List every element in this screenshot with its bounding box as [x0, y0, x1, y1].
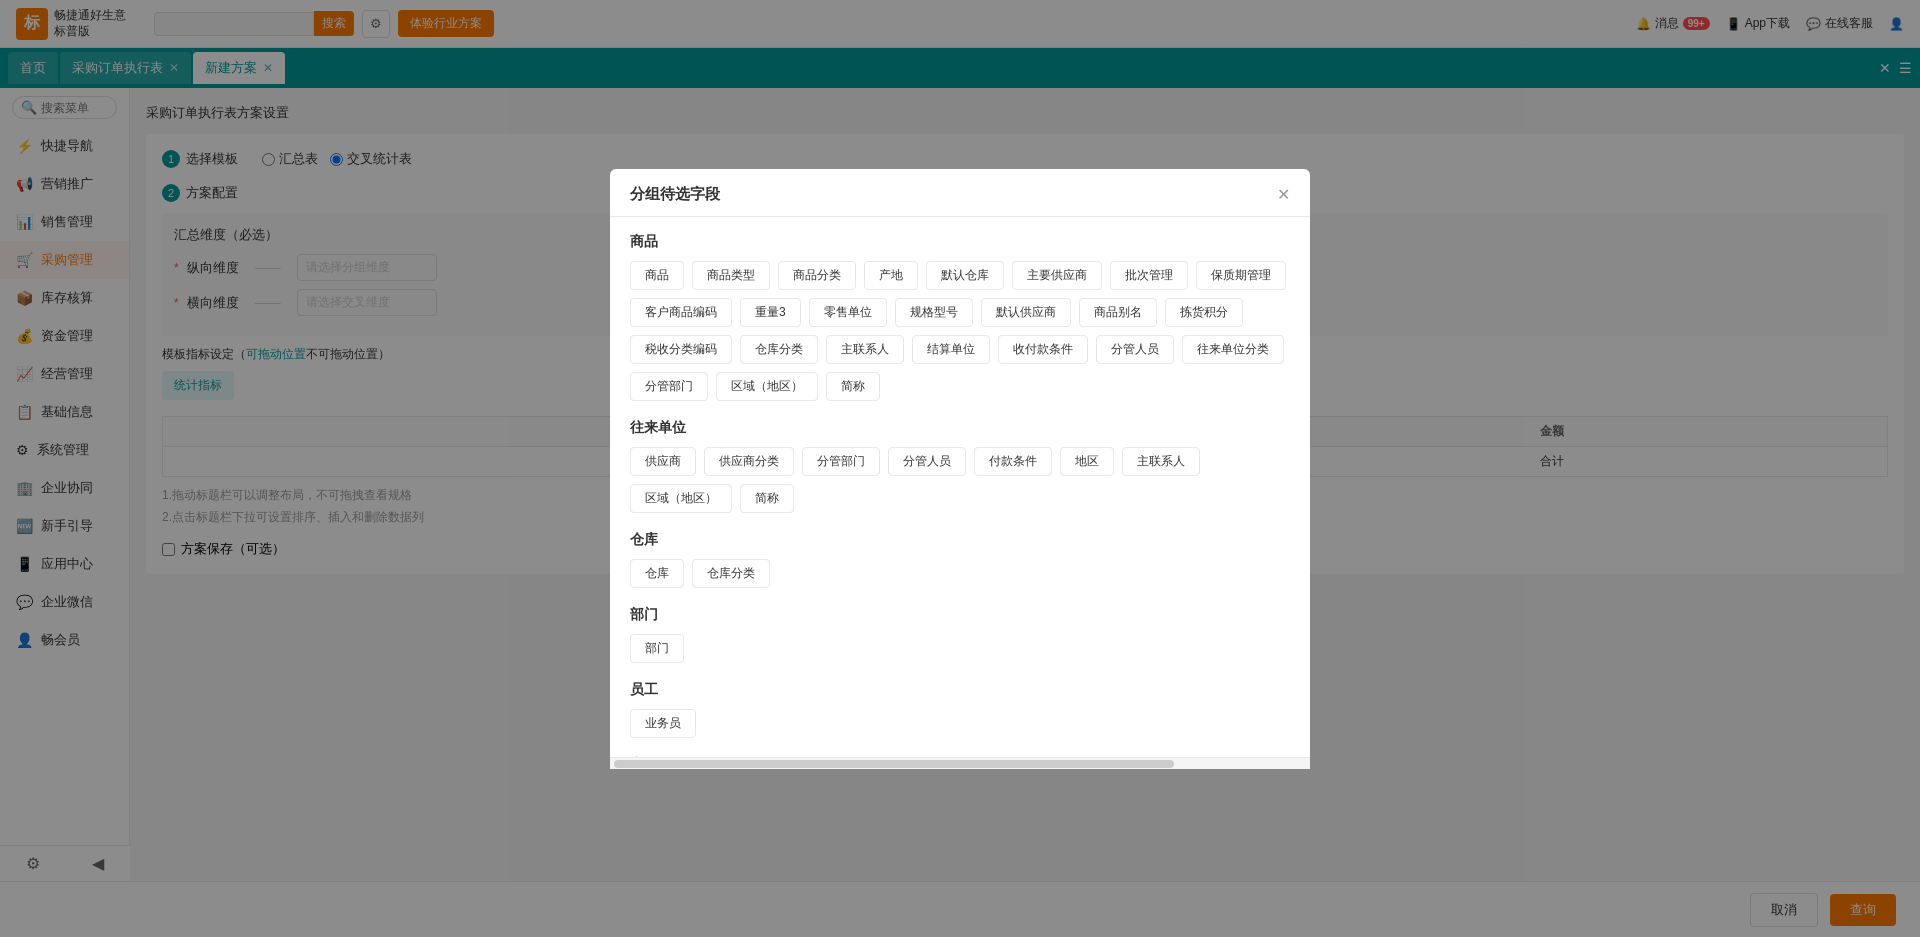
field-tag[interactable]: 主联系人 — [826, 335, 904, 364]
field-tag[interactable]: 收付款条件 — [998, 335, 1088, 364]
modal-hscrollbar[interactable] — [610, 757, 1310, 769]
field-tag[interactable]: 零售单位 — [809, 298, 887, 327]
field-tag[interactable]: 仓库分类 — [740, 335, 818, 364]
category-counterpart: 往来单位 供应商供应商分类分管部门分管人员付款条件地区主联系人区域（地区） 简称 — [630, 419, 1290, 513]
modal-close-button[interactable]: ✕ — [1277, 185, 1290, 204]
category-counterpart-tags: 供应商供应商分类分管部门分管人员付款条件地区主联系人区域（地区） 简称 — [630, 447, 1290, 513]
field-tag[interactable]: 供应商 — [630, 447, 696, 476]
category-employee-title: 员工 — [630, 681, 1290, 699]
category-counterpart-title: 往来单位 — [630, 419, 1290, 437]
category-product-tags: 商品商品类型商品分类产地默认仓库主要供应商批次管理保质期管理客户商品编码重量3 零… — [630, 261, 1290, 401]
field-tag[interactable]: 分管部门 — [630, 372, 708, 401]
field-tag[interactable]: 仓库 — [630, 559, 684, 588]
field-tag[interactable]: 默认仓库 — [926, 261, 1004, 290]
field-tag[interactable]: 分管人员 — [1096, 335, 1174, 364]
field-tag[interactable]: 商品类型 — [692, 261, 770, 290]
field-tag[interactable]: 地区 — [1060, 447, 1114, 476]
category-department: 部门 部门 — [630, 606, 1290, 663]
category-warehouse-tags: 仓库仓库分类 — [630, 559, 1290, 588]
modal-hscrollbar-thumb — [614, 760, 1174, 768]
category-warehouse: 仓库 仓库仓库分类 — [630, 531, 1290, 588]
field-tag[interactable]: 部门 — [630, 634, 684, 663]
category-employee-tags: 业务员 — [630, 709, 1290, 738]
field-tag[interactable]: 付款条件 — [974, 447, 1052, 476]
modal-overlay: 分组待选字段 ✕ 商品 商品商品类型商品分类产地默认仓库主要供应商批次管理保质期… — [0, 0, 1920, 937]
field-tag[interactable]: 主联系人 — [1122, 447, 1200, 476]
modal-dialog: 分组待选字段 ✕ 商品 商品商品类型商品分类产地默认仓库主要供应商批次管理保质期… — [610, 169, 1310, 769]
field-tag[interactable]: 区域（地区） — [716, 372, 818, 401]
category-warehouse-title: 仓库 — [630, 531, 1290, 549]
category-department-tags: 部门 — [630, 634, 1290, 663]
modal-body: 商品 商品商品类型商品分类产地默认仓库主要供应商批次管理保质期管理客户商品编码重… — [610, 217, 1310, 757]
field-tag[interactable]: 仓库分类 — [692, 559, 770, 588]
field-tag[interactable]: 业务员 — [630, 709, 696, 738]
field-tag[interactable]: 区域（地区） — [630, 484, 732, 513]
field-tag[interactable]: 简称 — [740, 484, 794, 513]
field-tag[interactable]: 批次管理 — [1110, 261, 1188, 290]
category-employee: 员工 业务员 — [630, 681, 1290, 738]
field-tag[interactable]: 主要供应商 — [1012, 261, 1102, 290]
field-tag[interactable]: 供应商分类 — [704, 447, 794, 476]
field-tag[interactable]: 规格型号 — [895, 298, 973, 327]
field-tag[interactable]: 商品别名 — [1079, 298, 1157, 327]
category-product: 商品 商品商品类型商品分类产地默认仓库主要供应商批次管理保质期管理客户商品编码重… — [630, 233, 1290, 401]
field-tag[interactable]: 默认供应商 — [981, 298, 1071, 327]
modal-header: 分组待选字段 ✕ — [610, 169, 1310, 217]
field-tag[interactable]: 客户商品编码 — [630, 298, 732, 327]
field-tag[interactable]: 拣货积分 — [1165, 298, 1243, 327]
field-tag[interactable]: 简称 — [826, 372, 880, 401]
field-tag[interactable]: 税收分类编码 — [630, 335, 732, 364]
field-tag[interactable]: 产地 — [864, 261, 918, 290]
field-tag[interactable]: 保质期管理 — [1196, 261, 1286, 290]
field-tag[interactable]: 分管人员 — [888, 447, 966, 476]
field-tag[interactable]: 分管部门 — [802, 447, 880, 476]
modal-title: 分组待选字段 — [630, 185, 720, 204]
field-tag[interactable]: 商品 — [630, 261, 684, 290]
field-tag[interactable]: 结算单位 — [912, 335, 990, 364]
category-product-title: 商品 — [630, 233, 1290, 251]
field-tag[interactable]: 往来单位分类 — [1182, 335, 1284, 364]
field-tag[interactable]: 重量3 — [740, 298, 801, 327]
field-tag[interactable]: 商品分类 — [778, 261, 856, 290]
category-department-title: 部门 — [630, 606, 1290, 624]
